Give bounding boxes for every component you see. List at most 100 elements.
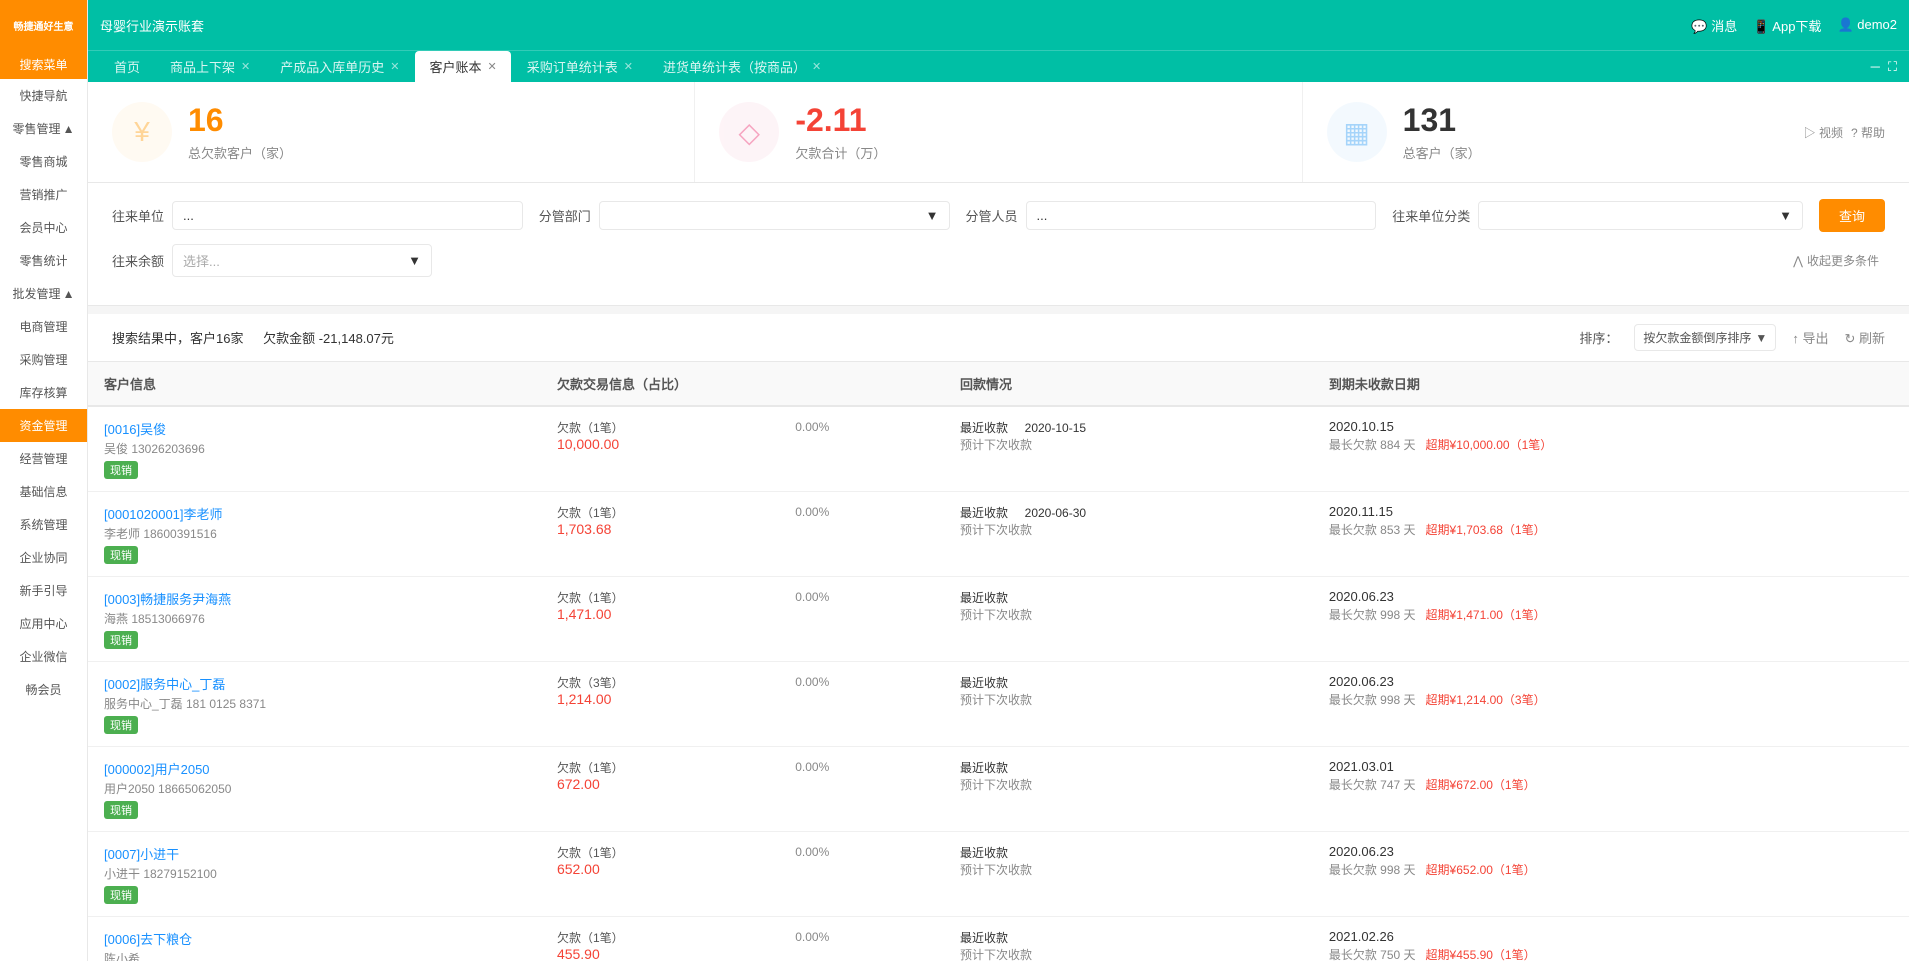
user-avatar[interactable]: 👤 demo2 [1837, 17, 1897, 33]
sidebar-item-basic-info[interactable]: 基础信息 [0, 475, 87, 508]
sidebar-search[interactable]: 搜索菜单 [0, 50, 87, 79]
close-icon[interactable]: ✕ [812, 60, 821, 73]
minimize-icon[interactable]: ─ [1871, 59, 1880, 75]
overdue-amount: 超期¥1,214.00（3笔） [1426, 693, 1546, 707]
total-customers-icon: ▦ [1327, 102, 1387, 162]
tab-purchase-stats[interactable]: 采购订单统计表✕ [513, 51, 647, 82]
sort-area: 排序： 按欠款金额倒序排序 ▼ ↑ 导出 ↻ 刷新 [1579, 324, 1885, 351]
debt-pct-cell: 0.00% [771, 406, 944, 492]
customer-name-link[interactable]: [000002]用户2050 [104, 759, 525, 778]
dept-label: 分管部门 [539, 206, 591, 225]
due-date-value: 2021.03.01 [1329, 759, 1893, 774]
sidebar-item-corp-wechat[interactable]: 企业微信 [0, 640, 87, 673]
sidebar-item-marketing[interactable]: 营销推广 [0, 178, 87, 211]
sidebar-item-ecom-mgmt[interactable]: 电商管理 [0, 310, 87, 343]
due-date-value: 2020.10.15 [1329, 419, 1893, 434]
sidebar-item-new-guide[interactable]: 新手引导 [0, 574, 87, 607]
tab-bar: 首页 商品上下架✕ 产成品入库单历史✕ 客户账本✕ 采购订单统计表✕ 进货单统计… [88, 50, 1909, 82]
balance-select[interactable]: 选择... ▼ [172, 244, 432, 277]
filter-row-2: 往来余额 选择... ▼ ⋀ 收起更多条件 [112, 244, 1885, 277]
overdue-info: 最长欠款 998 天 超期¥652.00（1笔） [1329, 861, 1893, 878]
debt-amount: 1,703.68 [557, 521, 755, 537]
recent-collect: 最近收款 [960, 589, 1297, 606]
close-icon[interactable]: ✕ [624, 60, 633, 73]
sidebar-item-retail-mall[interactable]: 零售商城 [0, 145, 87, 178]
customer-name-link[interactable]: [0002]服务中心_丁磊 [104, 674, 525, 693]
sort-select[interactable]: 按欠款金额倒序排序 ▼ [1634, 324, 1776, 351]
overdue-info: 最长欠款 884 天 超期¥10,000.00（1笔） [1329, 436, 1893, 453]
customer-name-link[interactable]: [0016]吴俊 [104, 419, 525, 438]
debt-customers-value: 16 [188, 102, 292, 139]
sidebar-item-capital-mgmt[interactable]: 资金管理 [0, 409, 87, 442]
due-date-value: 2020.06.23 [1329, 844, 1893, 859]
dept-select[interactable]: ▼ [599, 201, 950, 230]
due-date-cell: 2020.06.23 最长欠款 998 天 超期¥652.00（1笔） [1313, 832, 1909, 917]
customer-name-link[interactable]: [0006]去下粮仓 [104, 929, 525, 948]
predict-collect: 预计下次收款 [960, 521, 1297, 538]
message-icon[interactable]: 💬 消息 [1691, 16, 1737, 35]
recovery-cell: 最近收款 预计下次收款 [944, 832, 1313, 917]
search-button[interactable]: 查询 [1819, 199, 1885, 232]
sidebar-item-inventory[interactable]: 库存核算 [0, 376, 87, 409]
collapse-button[interactable]: ⋀ 收起更多条件 [1787, 246, 1885, 275]
help-btn[interactable]: ? 帮助 [1851, 124, 1885, 141]
close-icon[interactable]: ✕ [488, 60, 497, 73]
tab-inbound-stats[interactable]: 进货单统计表（按商品）✕ [649, 51, 835, 82]
customer-name-link[interactable]: [0001020001]李老师 [104, 504, 525, 523]
predict-collect: 预计下次收款 [960, 691, 1297, 708]
overdue-amount: 超期¥10,000.00（1笔） [1426, 438, 1553, 452]
sidebar-item-member-plus[interactable]: 畅会员 [0, 673, 87, 706]
source-unit-label: 往来单位 [112, 206, 164, 225]
sidebar-item-sys-mgmt[interactable]: 系统管理 [0, 508, 87, 541]
close-icon[interactable]: ✕ [390, 60, 399, 73]
predict-collect: 预计下次收款 [960, 861, 1297, 878]
arrow-icon: ▲ [63, 287, 75, 301]
export-btn[interactable]: ↑ 导出 [1792, 328, 1828, 347]
arrow-icon: ▲ [63, 122, 75, 136]
debt-pct-cell: 0.00% [771, 577, 944, 662]
stats-row: ¥ 16 总欠款客户（家） ◇ -2.11 欠款合计（万） ▦ 131 总客户（… [88, 82, 1909, 183]
customer-name-link[interactable]: [0003]畅捷服务尹海燕 [104, 589, 525, 608]
customer-name-link[interactable]: [0007]小进干 [104, 844, 525, 863]
recent-collect: 最近收款 [960, 844, 1297, 861]
sidebar-item-corp-collab[interactable]: 企业协同 [0, 541, 87, 574]
filter-dept: 分管部门 ▼ [539, 201, 950, 230]
sidebar-item-ops-mgmt[interactable]: 经营管理 [0, 442, 87, 475]
due-date-value: 2020.06.23 [1329, 674, 1893, 689]
unit-class-select[interactable]: ▼ [1478, 201, 1803, 230]
sidebar-item-retail-mgmt[interactable]: 零售管理▲ [0, 112, 87, 145]
maximize-icon[interactable]: ⛶ [1888, 59, 1897, 75]
close-icon[interactable]: ✕ [241, 60, 250, 73]
debt-pct-cell: 0.00% [771, 662, 944, 747]
results-bar: 搜索结果中，客户16家 欠款金额 -21,148.07元 排序： 按欠款金额倒序… [88, 314, 1909, 362]
sidebar-item-app-center[interactable]: 应用中心 [0, 607, 87, 640]
sidebar-item-purchase-mgmt[interactable]: 采购管理 [0, 343, 87, 376]
tab-customer-account[interactable]: 客户账本✕ [415, 51, 510, 82]
debt-amount: 10,000.00 [557, 436, 755, 452]
sidebar-item-retail-stats[interactable]: 零售统计 [0, 244, 87, 277]
sidebar-item-member[interactable]: 会员中心 [0, 211, 87, 244]
tab-inventory-history[interactable]: 产成品入库单历史✕ [266, 51, 413, 82]
chevron-down-icon: ▼ [408, 253, 421, 268]
due-date-cell: 2021.03.01 最长欠款 747 天 超期¥672.00（1笔） [1313, 747, 1909, 832]
source-unit-input[interactable]: ... [172, 201, 523, 230]
overdue-amount: 超期¥1,471.00（1笔） [1426, 608, 1546, 622]
tab-product-status[interactable]: 商品上下架✕ [156, 51, 264, 82]
person-input[interactable]: ... [1026, 201, 1377, 230]
debt-desc: 欠款（1笔） [557, 504, 755, 521]
tab-home[interactable]: 首页 [100, 51, 154, 82]
refresh-icon: ↻ [1844, 331, 1855, 346]
data-table: 客户信息 欠款交易信息（占比） 回款情况 到期未收款日期 [0016]吴俊 吴俊… [88, 362, 1909, 961]
refresh-btn[interactable]: ↻ 刷新 [1844, 328, 1885, 347]
sidebar-item-batch-mgmt[interactable]: 批发管理▲ [0, 277, 87, 310]
due-date-value: 2020.06.23 [1329, 589, 1893, 604]
table-row: [0007]小进干 小进干 18279152100 现销 欠款（1笔） 652.… [88, 832, 1909, 917]
app-download-icon[interactable]: 📱 App下载 [1753, 16, 1821, 35]
due-date-cell: 2020.06.23 最长欠款 998 天 超期¥1,471.00（1笔） [1313, 577, 1909, 662]
video-btn[interactable]: ▷ 视频 [1804, 124, 1843, 141]
overdue-info: 最长欠款 998 天 超期¥1,471.00（1笔） [1329, 606, 1893, 623]
debt-desc: 欠款（3笔） [557, 674, 755, 691]
sidebar-item-quick-nav[interactable]: 快捷导航 [0, 79, 87, 112]
customer-contact: 吴俊 13026203696 [104, 440, 525, 457]
overdue-info: 最长欠款 853 天 超期¥1,703.68（1笔） [1329, 521, 1893, 538]
